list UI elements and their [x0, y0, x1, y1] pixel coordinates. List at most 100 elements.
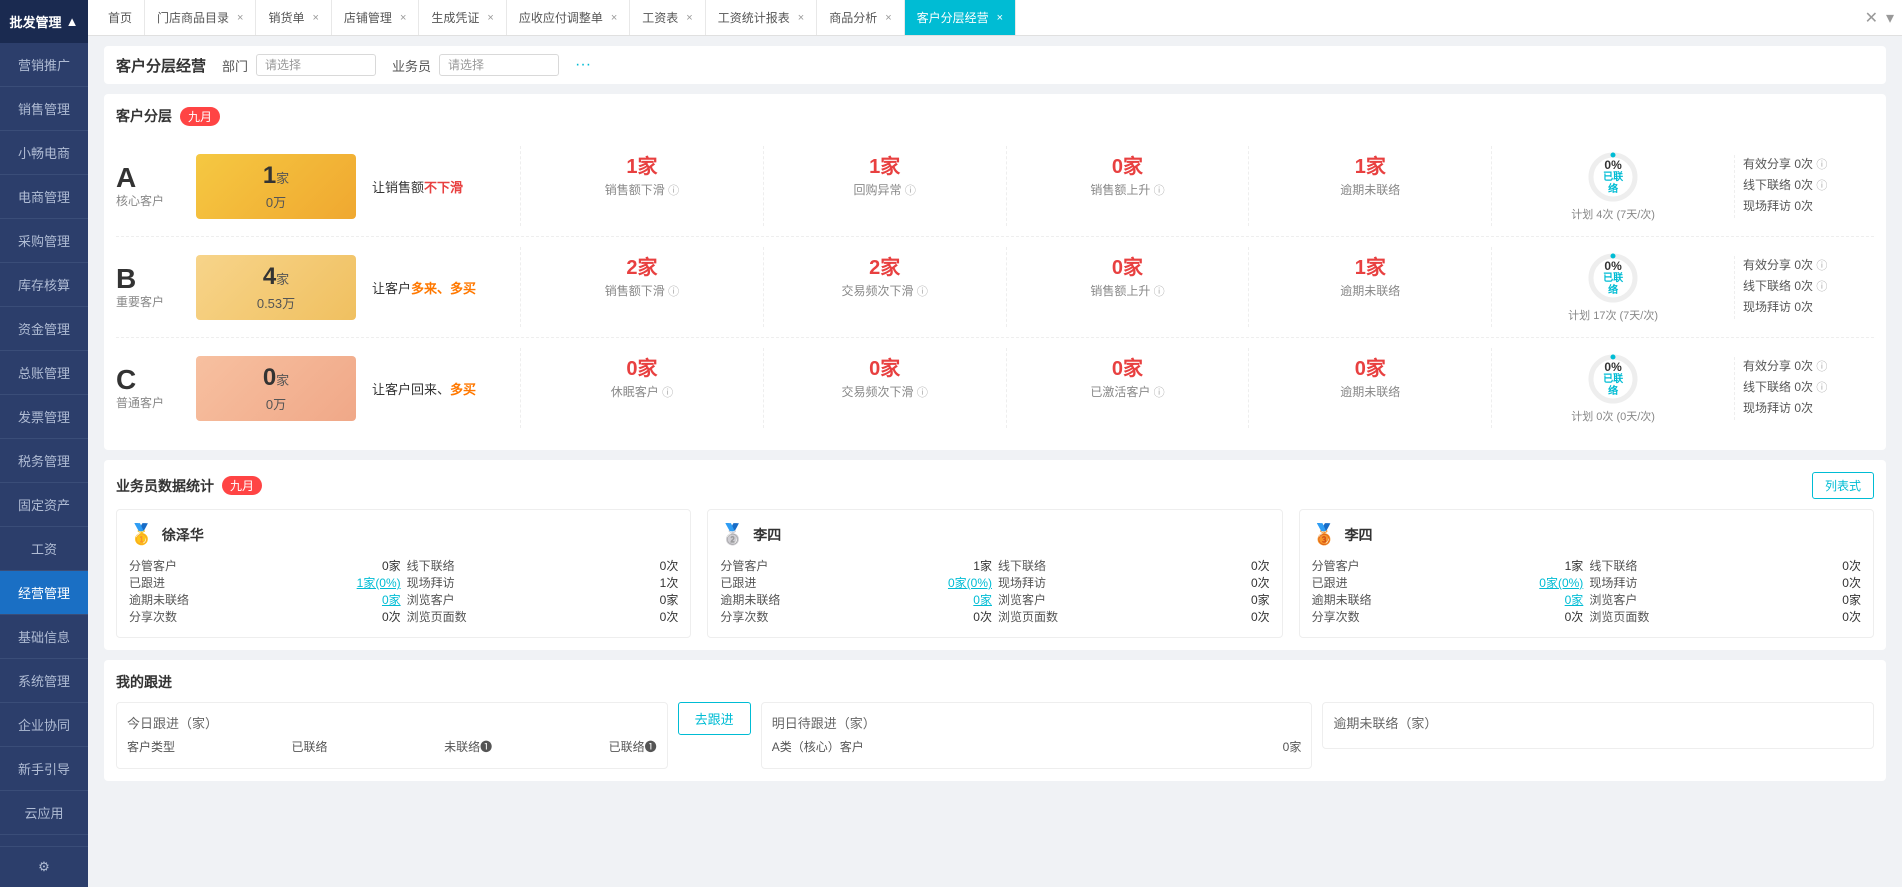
main-area: 首页 门店商品目录 × 销货单 × 店铺管理 × 生成凭证 × 应收应付调整单 … — [88, 0, 1902, 887]
salesperson-filter: 业务员 请选择 — [392, 54, 559, 76]
followup-title: 我的跟进 — [116, 672, 172, 692]
sidebar-item-tax[interactable]: 税务管理 — [0, 439, 88, 483]
tab-home[interactable]: 首页 — [96, 0, 145, 35]
sidebar-item-ledger[interactable]: 总账管理 — [0, 351, 88, 395]
salesperson-select[interactable]: 请选择 — [439, 54, 559, 76]
tier-a-label: A 核心客户 — [116, 164, 196, 209]
sidebar-item-basic-info[interactable]: 基础信息 — [0, 615, 88, 659]
sidebar-item-operations[interactable]: 经营管理 — [0, 571, 88, 615]
tab-close-product-analysis[interactable]: × — [885, 12, 891, 24]
tab-close-salary-report[interactable]: × — [798, 12, 804, 24]
tier-a-stat-1: 1家 销售额下滑 ⓘ — [520, 146, 763, 226]
tier-a-count-block: 1家 0万 — [196, 154, 356, 219]
sidebar-item-purchase[interactable]: 采购管理 — [0, 219, 88, 263]
followup-overdue-card: 逾期未联络（家） — [1322, 702, 1874, 749]
tab-product-analysis[interactable]: 商品分析 × — [817, 0, 904, 35]
tier-c-stat-1: 0家 休眠客户 ⓘ — [520, 348, 763, 428]
tier-c-suggestion: 让客户回来、多买 — [372, 379, 512, 398]
tab-sales-order[interactable]: 销货单 × — [256, 0, 331, 35]
tier-c-circle: 0% 已联络 计划 0次 (0天/次) — [1491, 348, 1734, 428]
sidebar-item-ecommerce[interactable]: 电商管理 — [0, 175, 88, 219]
sidebar-item-ecommerce-small[interactable]: 小畅电商 — [0, 131, 88, 175]
tab-close-voucher[interactable]: × — [487, 12, 493, 24]
customer-tier-header: 客户分层 九月 — [116, 106, 1874, 126]
tier-a-stat-4: 1家 逾期未联络 — [1248, 146, 1491, 226]
tier-c-stat-4: 0家 逾期未联络 — [1248, 348, 1491, 428]
sp-stats-1: 分管客户0家 已跟进1家(0%) 逾期未联络0家 分享次数0次 线下联络0次 现… — [129, 557, 678, 625]
sidebar-item-cloud[interactable]: 云应用 — [0, 791, 88, 835]
tab-close-ar-adjust[interactable]: × — [611, 12, 617, 24]
followup-today-card: 今日跟进（家） 客户类型 已联络 未联络❶ 已联络❶ — [116, 702, 668, 769]
tier-b-right-stats: 有效分享 0次 ⓘ 线下联络 0次 ⓘ 现场拜访 0次 — [1734, 256, 1874, 319]
tier-a-stats: 1家 销售额下滑 ⓘ 1家 回购异常 ⓘ 0家 销售额上升 ⓘ 1家 逾期未联络 — [520, 146, 1734, 226]
tab-salary-report[interactable]: 工资统计报表 × — [706, 0, 817, 35]
tier-c-stat-2: 0家 交易频次下滑 ⓘ — [763, 348, 1006, 428]
tier-b-stat-3: 0家 销售额上升 ⓘ — [1006, 247, 1249, 327]
sidebar-item-salary[interactable]: 工资 — [0, 527, 88, 571]
sidebar-item-system[interactable]: 系统管理 — [0, 659, 88, 703]
tier-a-stat-2: 1家 回购异常 ⓘ — [763, 146, 1006, 226]
more-filters-btn[interactable]: ··· — [575, 56, 591, 74]
salesperson-month: 九月 — [222, 476, 262, 495]
sp-header-3: 🥉 李四 — [1312, 522, 1861, 547]
tab-close-salary-table[interactable]: × — [686, 12, 692, 24]
tab-close-customer-tier[interactable]: × — [997, 12, 1003, 24]
sp-medal-3: 🥉 — [1312, 522, 1337, 547]
followup-overdue-title: 逾期未联络（家） — [1333, 713, 1863, 732]
list-view-button[interactable]: 列表式 — [1812, 472, 1874, 499]
tier-c-right-stats: 有效分享 0次 ⓘ 线下联络 0次 ⓘ 现场拜访 0次 — [1734, 357, 1874, 420]
sidebar-title: 批发管理 — [10, 12, 62, 31]
salesperson-section-header: 业务员数据统计 九月 列表式 — [116, 472, 1874, 499]
tier-c-stats: 0家 休眠客户 ⓘ 0家 交易频次下滑 ⓘ 0家 已激活客户 ⓘ 0家 逾期未联… — [520, 348, 1734, 428]
salesperson-title: 业务员数据统计 — [116, 476, 214, 496]
followup-header: 我的跟进 — [116, 672, 1874, 692]
sidebar-item-fixed-assets[interactable]: 固定资产 — [0, 483, 88, 527]
tier-c-count-block: 0家 0万 — [196, 356, 356, 421]
sidebar-header[interactable]: 批发管理 ▲ — [0, 0, 88, 43]
sidebar-settings[interactable]: ⚙ — [0, 846, 88, 887]
tier-b-suggestion: 让客户多来、多买 — [372, 278, 512, 297]
sp-medal-1: 🥇 — [129, 522, 154, 547]
sp-header-2: 🥈 李四 — [720, 522, 1269, 547]
sidebar-item-enterprise[interactable]: 企业协同 — [0, 703, 88, 747]
followup-section: 我的跟进 今日跟进（家） 客户类型 已联络 未联络❶ 已联络❶ 去跟进 明日待跟… — [104, 660, 1886, 781]
sidebar-item-inventory[interactable]: 库存核算 — [0, 263, 88, 307]
salesperson-label: 业务员 — [392, 56, 431, 75]
followup-grid: 今日跟进（家） 客户类型 已联络 未联络❶ 已联络❶ 去跟进 明日待跟进（家） … — [116, 702, 1874, 769]
customer-tier-title: 客户分层 — [116, 106, 172, 126]
salesperson-card-2: 🥈 李四 分管客户1家 已跟进0家(0%) 逾期未联络0家 分享次数0次 线下联… — [707, 509, 1282, 638]
sidebar-item-guide[interactable]: 新手引导 — [0, 747, 88, 791]
tab-store-mgmt[interactable]: 店铺管理 × — [332, 0, 419, 35]
tab-close-store-mgmt[interactable]: × — [400, 12, 406, 24]
salesperson-section: 业务员数据统计 九月 列表式 🥇 徐泽华 分管客户0家 已跟进1家(0%) — [104, 460, 1886, 650]
tab-store-products[interactable]: 门店商品目录 × — [145, 0, 256, 35]
sidebar-item-invoice[interactable]: 发票管理 — [0, 395, 88, 439]
tier-a-right-stats: 有效分享 0次 ⓘ 线下联络 0次 ⓘ 现场拜访 0次 — [1734, 155, 1874, 218]
tier-row-a: A 核心客户 1家 0万 让销售额不下滑 1家 销售额下滑 ⓘ 1家 — [116, 136, 1874, 237]
tier-b-stat-4: 1家 逾期未联络 — [1248, 247, 1491, 327]
salesperson-card-3: 🥉 李四 分管客户1家 已跟进0家(0%) 逾期未联络0家 分享次数0次 线下联… — [1299, 509, 1874, 638]
followup-tomorrow-card: 明日待跟进（家） A类（核心）客户 0家 — [761, 702, 1313, 769]
tab-close-sales-order[interactable]: × — [312, 12, 318, 24]
sidebar-toggle-icon: ▲ — [66, 14, 79, 29]
tab-salary-table[interactable]: 工资表 × — [630, 0, 705, 35]
tier-c-label: C 普通客户 — [116, 366, 196, 411]
go-followup-button[interactable]: 去跟进 — [678, 702, 751, 735]
tab-voucher[interactable]: 生成凭证 × — [419, 0, 506, 35]
customer-tier-section: 客户分层 九月 A 核心客户 1家 0万 让销售额不下滑 1家 — [104, 94, 1886, 450]
tab-close-all-icon[interactable]: ✕ — [1865, 8, 1878, 28]
page-title: 客户分层经营 — [116, 55, 206, 76]
tier-row-c: C 普通客户 0家 0万 让客户回来、多买 0家 休眠客户 ⓘ 0家 — [116, 338, 1874, 438]
sidebar-item-sales[interactable]: 销售管理 — [0, 87, 88, 131]
tab-ar-adjust[interactable]: 应收应付调整单 × — [507, 0, 630, 35]
followup-today-title: 今日跟进（家） — [127, 713, 657, 732]
tier-a-stat-3: 0家 销售额上升 ⓘ — [1006, 146, 1249, 226]
sidebar-item-finance[interactable]: 资金管理 — [0, 307, 88, 351]
gear-icon: ⚙ — [38, 859, 50, 874]
tab-customer-tier[interactable]: 客户分层经营 × — [905, 0, 1016, 35]
followup-tomorrow-title: 明日待跟进（家） — [772, 713, 1302, 732]
dept-select[interactable]: 请选择 — [256, 54, 376, 76]
tab-close-store-products[interactable]: × — [237, 12, 243, 24]
tab-more-icon[interactable]: ▾ — [1886, 8, 1894, 28]
sidebar-item-marketing[interactable]: 营销推广 — [0, 43, 88, 87]
